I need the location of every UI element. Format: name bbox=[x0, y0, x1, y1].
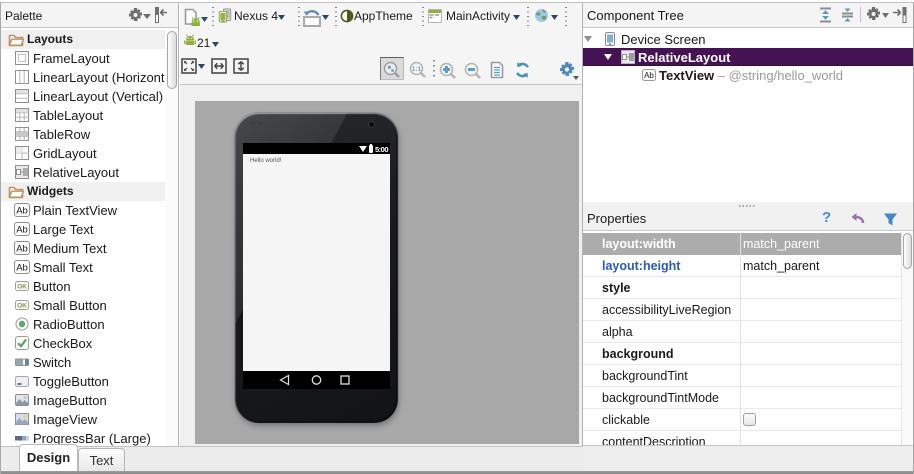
svg-text:Ab: Ab bbox=[644, 71, 654, 80]
svg-text:1:1: 1:1 bbox=[412, 66, 422, 73]
